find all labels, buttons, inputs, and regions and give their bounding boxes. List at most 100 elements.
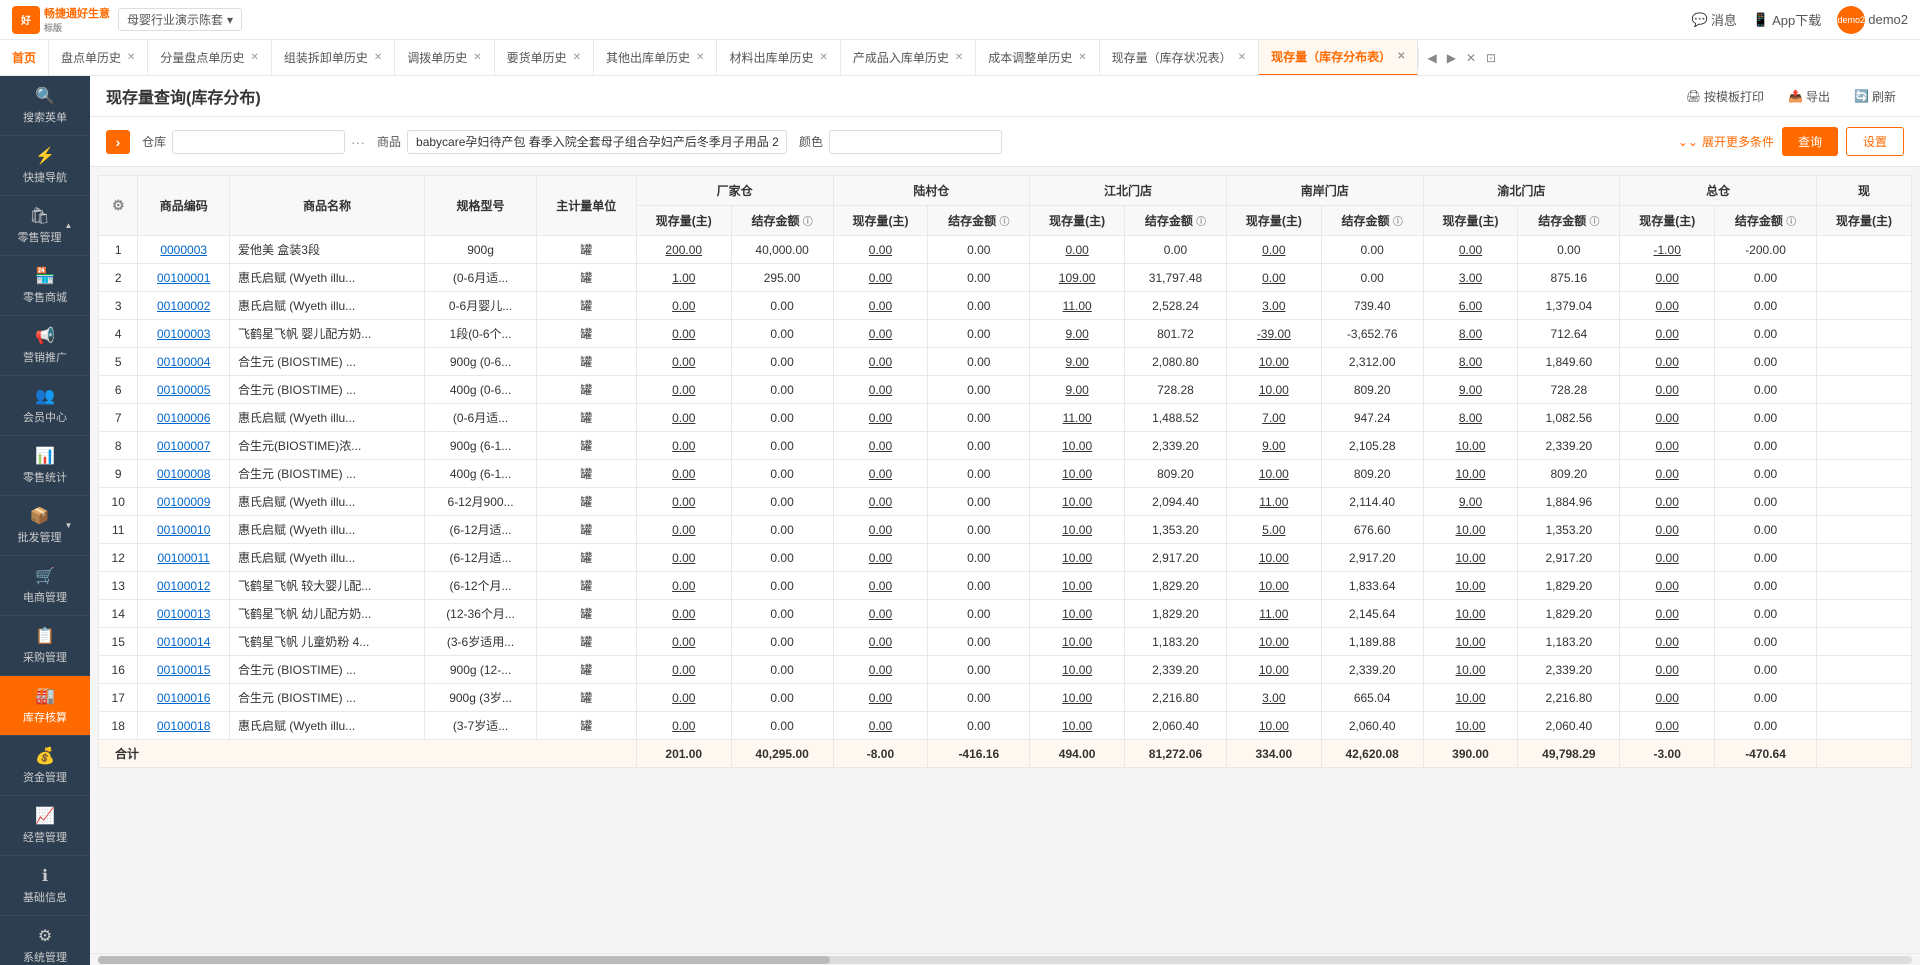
cell-c3-qty[interactable]: 11.00 [1030, 404, 1125, 432]
close-icon[interactable]: ✕ [696, 52, 704, 63]
cell-c5-qty[interactable]: 10.00 [1423, 712, 1518, 740]
sidebar-item-retail-stats[interactable]: 📊 零售统计 [0, 436, 90, 496]
nav-expand-icon[interactable]: ⊡ [1482, 49, 1500, 67]
close-icon[interactable]: ✕ [1238, 52, 1246, 63]
cell-c4-qty[interactable]: -39.00 [1226, 320, 1321, 348]
cell-c1-qty[interactable]: 200.00 [636, 236, 731, 264]
close-icon[interactable]: ✕ [374, 52, 382, 63]
settings-button[interactable]: 设置 [1846, 127, 1904, 156]
tab-material-history[interactable]: 材料出库单历史 ✕ [717, 40, 840, 76]
cell-c5-qty[interactable]: 9.00 [1423, 376, 1518, 404]
close-icon[interactable]: ✕ [955, 52, 963, 63]
cell-c3-qty[interactable]: 10.00 [1030, 656, 1125, 684]
cell-c5-qty[interactable]: 10.00 [1423, 432, 1518, 460]
cell-c3-qty[interactable]: 9.00 [1030, 376, 1125, 404]
cell-c5-qty[interactable]: 10.00 [1423, 600, 1518, 628]
tab-inventory-history[interactable]: 盘点单历史 ✕ [49, 40, 148, 76]
close-icon[interactable]: ✕ [819, 52, 827, 63]
sidebar-item-search[interactable]: 🔍 搜索英单 [0, 76, 90, 136]
cell-c1-qty[interactable]: 0.00 [636, 292, 731, 320]
tab-order-history[interactable]: 要货单历史 ✕ [495, 40, 594, 76]
close-icon[interactable]: ✕ [473, 52, 481, 63]
cell-c5-qty[interactable]: 8.00 [1423, 348, 1518, 376]
cell-c3-qty[interactable]: 10.00 [1030, 432, 1125, 460]
cell-c5-qty[interactable]: 6.00 [1423, 292, 1518, 320]
cell-c1-qty[interactable]: 0.00 [636, 404, 731, 432]
info-icon[interactable]: ⓘ [1196, 217, 1206, 228]
nav-prev-icon[interactable]: ◀ [1423, 49, 1440, 67]
cell-c5-qty[interactable]: 10.00 [1423, 544, 1518, 572]
cell-c5-qty[interactable]: 10.00 [1423, 460, 1518, 488]
cell-c3-qty[interactable]: 10.00 [1030, 488, 1125, 516]
cell-c3-qty[interactable]: 0.00 [1030, 236, 1125, 264]
sidebar-item-system[interactable]: ⚙ 系统管理 [0, 916, 90, 965]
scrollbar-thumb[interactable] [98, 956, 830, 964]
cell-c1-qty[interactable]: 0.00 [636, 376, 731, 404]
sidebar-item-purchase[interactable]: 📋 采购管理 [0, 616, 90, 676]
info-icon[interactable]: ⓘ [803, 217, 813, 228]
sidebar-item-members[interactable]: 👥 会员中心 [0, 376, 90, 436]
cell-c5-qty[interactable]: 10.00 [1423, 684, 1518, 712]
cell-c5-qty[interactable]: 3.00 [1423, 264, 1518, 292]
cell-c1-qty[interactable]: 0.00 [636, 320, 731, 348]
cell-c3-qty[interactable]: 10.00 [1030, 544, 1125, 572]
tab-transfer-history[interactable]: 调拨单历史 ✕ [395, 40, 494, 76]
expand-conditions-button[interactable]: ⌄⌄ 展开更多条件 [1678, 127, 1774, 156]
tab-product-history[interactable]: 产成品入库单历史 ✕ [841, 40, 976, 76]
sidebar-item-inventory[interactable]: 🏭 库存核算 [0, 676, 90, 736]
info-icon[interactable]: ⓘ [1393, 217, 1403, 228]
cell-c3-qty[interactable]: 10.00 [1030, 628, 1125, 656]
warehouse-dots-icon[interactable]: ··· [351, 134, 365, 150]
settings-icon[interactable]: ⚙ [112, 197, 125, 213]
cell-c1-qty[interactable]: 0.00 [636, 488, 731, 516]
sidebar-item-marketing[interactable]: 📢 营销推广 [0, 316, 90, 376]
tab-outbound-history[interactable]: 其他出库单历史 ✕ [594, 40, 717, 76]
cell-c3-qty[interactable]: 10.00 [1030, 572, 1125, 600]
nav-next-icon[interactable]: ▶ [1443, 49, 1460, 67]
sidebar-item-basic-info[interactable]: ℹ 基础信息 [0, 856, 90, 916]
cell-c1-qty[interactable]: 0.00 [636, 432, 731, 460]
cell-c5-qty[interactable]: 0.00 [1423, 236, 1518, 264]
cell-c1-qty[interactable]: 0.00 [636, 348, 731, 376]
horizontal-scrollbar[interactable] [90, 953, 1920, 965]
color-input[interactable] [829, 130, 1002, 154]
cell-c1-qty[interactable]: 0.00 [636, 544, 731, 572]
cell-t-qty[interactable]: -1.00 [1620, 236, 1715, 264]
cell-c5-qty[interactable]: 10.00 [1423, 656, 1518, 684]
cell-c1-qty[interactable]: 0.00 [636, 572, 731, 600]
cell-c3-qty[interactable]: 9.00 [1030, 348, 1125, 376]
close-icon[interactable]: ✕ [250, 52, 258, 63]
cell-c3-qty[interactable]: 10.00 [1030, 684, 1125, 712]
warehouse-input[interactable] [172, 130, 345, 154]
tab-home[interactable]: 首页 [0, 40, 49, 76]
search-button[interactable]: 查询 [1782, 127, 1838, 156]
cell-c1-qty[interactable]: 1.00 [636, 264, 731, 292]
sidebar-item-finance[interactable]: 💰 资金管理 [0, 736, 90, 796]
cell-c3-qty[interactable]: 10.00 [1030, 600, 1125, 628]
cell-c1-qty[interactable]: 0.00 [636, 600, 731, 628]
close-icon[interactable]: ✕ [1397, 51, 1405, 62]
app-download-button[interactable]: 📱 App下载 [1753, 10, 1821, 29]
nav-close-icon[interactable]: ✕ [1462, 49, 1480, 67]
cell-c5-qty[interactable]: 9.00 [1423, 488, 1518, 516]
cell-c1-qty[interactable]: 0.00 [636, 712, 731, 740]
expand-button[interactable]: › [106, 130, 130, 154]
refresh-button[interactable]: 🔄 刷新 [1846, 85, 1904, 108]
cell-c1-qty[interactable]: 0.00 [636, 516, 731, 544]
cell-c5-qty[interactable]: 10.00 [1423, 516, 1518, 544]
export-button[interactable]: 📤 导出 [1780, 85, 1838, 108]
message-button[interactable]: 💬 消息 [1692, 10, 1737, 29]
cell-c5-qty[interactable]: 10.00 [1423, 628, 1518, 656]
cell-c5-qty[interactable]: 8.00 [1423, 404, 1518, 432]
cell-c3-qty[interactable]: 9.00 [1030, 320, 1125, 348]
cell-c3-qty[interactable]: 109.00 [1030, 264, 1125, 292]
sidebar-item-ecommerce[interactable]: 🛒 电商管理 [0, 556, 90, 616]
tab-stock-status[interactable]: 现存量（库存状况表） ✕ [1100, 40, 1259, 76]
cell-c5-qty[interactable]: 8.00 [1423, 320, 1518, 348]
sidebar-item-nav[interactable]: ⚡ 快捷导航 [0, 136, 90, 196]
cell-c3-qty[interactable]: 10.00 [1030, 516, 1125, 544]
cell-c3-qty[interactable]: 10.00 [1030, 460, 1125, 488]
cell-c1-qty[interactable]: 0.00 [636, 628, 731, 656]
tab-assembly-history[interactable]: 组装拆卸单历史 ✕ [272, 40, 395, 76]
cell-c5-qty[interactable]: 10.00 [1423, 572, 1518, 600]
